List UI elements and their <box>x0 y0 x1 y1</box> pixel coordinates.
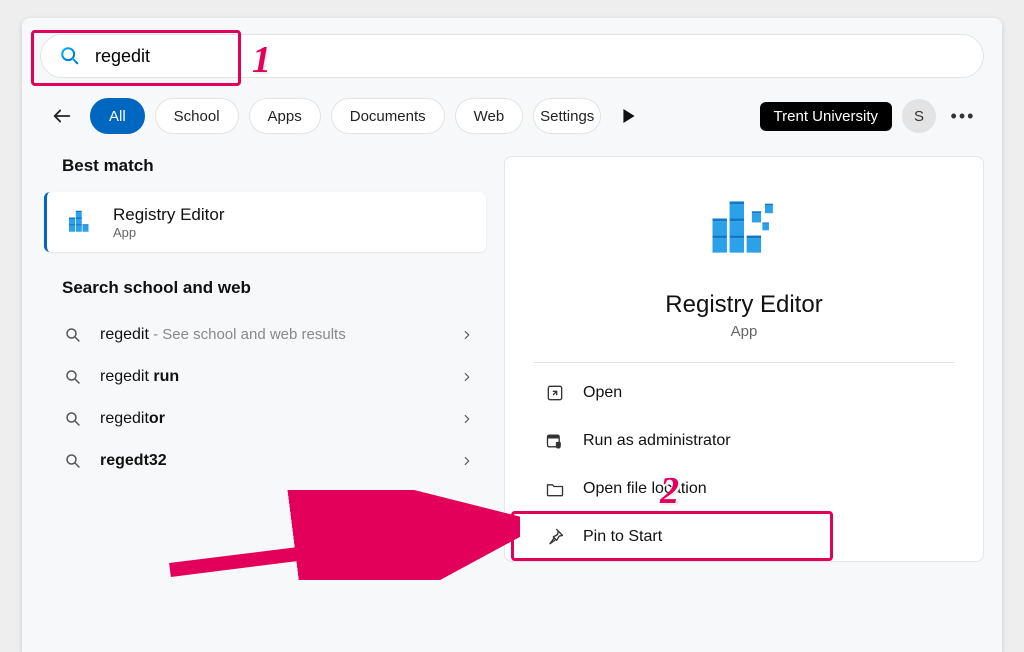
tab-apps[interactable]: Apps <box>249 98 321 134</box>
suggestion-text: regedit - See school and web results <box>100 326 442 344</box>
run-admin-icon <box>545 431 565 451</box>
search-suggestion[interactable]: regedit - See school and web results <box>40 314 490 356</box>
search-small-icon <box>64 410 82 428</box>
chevron-right-icon <box>460 370 474 384</box>
registry-editor-icon <box>63 204 99 240</box>
search-suggestion[interactable]: regeditor <box>40 398 490 440</box>
tab-all[interactable]: All <box>90 98 145 134</box>
folder-icon <box>545 479 565 499</box>
best-match-result[interactable]: Registry Editor App <box>44 192 486 252</box>
preview-pane: Registry Editor App Open Run as administr… <box>504 156 984 562</box>
avatar[interactable]: S <box>902 99 936 133</box>
tab-school[interactable]: School <box>155 98 239 134</box>
registry-editor-large-icon <box>702 187 786 271</box>
search-small-icon <box>64 368 82 386</box>
chevron-right-icon <box>460 412 474 426</box>
best-match-title: Registry Editor <box>113 205 224 225</box>
back-arrow-icon <box>51 105 73 127</box>
chevron-right-icon <box>460 328 474 342</box>
search-suggestion[interactable]: regedit run <box>40 356 490 398</box>
best-match-heading: Best match <box>40 156 490 176</box>
annotation-box-2 <box>511 511 833 561</box>
more-button[interactable]: ••• <box>946 99 980 133</box>
best-match-subtitle: App <box>113 225 224 240</box>
org-chip[interactable]: Trent University <box>760 102 892 131</box>
tab-settings[interactable]: Settings <box>533 98 601 134</box>
tab-documents[interactable]: Documents <box>331 98 445 134</box>
annotation-box-1 <box>31 30 241 86</box>
open-icon <box>545 383 565 403</box>
suggestion-text: regedit run <box>100 368 442 386</box>
action-label: Open file location <box>583 480 707 498</box>
suggestion-text: regedt32 <box>100 452 442 470</box>
action-folder[interactable]: Open file location <box>533 465 955 513</box>
back-button[interactable] <box>44 98 80 134</box>
tab-web[interactable]: Web <box>455 98 524 134</box>
action-admin[interactable]: Run as administrator <box>533 417 955 465</box>
suggestion-text: regeditor <box>100 410 442 428</box>
annotation-step-1: 1 <box>252 38 271 82</box>
filter-tabs: All School Apps Documents Web Settings T… <box>40 98 984 134</box>
divider <box>533 362 955 363</box>
action-label: Run as administrator <box>583 432 731 450</box>
results-column: Best match Registry <box>40 156 490 562</box>
tabs-overflow-button[interactable] <box>611 98 647 134</box>
preview-subtitle: App <box>731 323 758 340</box>
play-icon <box>622 109 636 123</box>
action-label: Open <box>583 384 622 402</box>
search-suggestion[interactable]: regedt32 <box>40 440 490 482</box>
search-small-icon <box>64 452 82 470</box>
search-small-icon <box>64 326 82 344</box>
annotation-step-2: 2 <box>660 469 679 513</box>
search-more-heading: Search school and web <box>40 278 490 298</box>
chevron-right-icon <box>460 454 474 468</box>
preview-title: Registry Editor <box>665 291 822 319</box>
action-open[interactable]: Open <box>533 369 955 417</box>
